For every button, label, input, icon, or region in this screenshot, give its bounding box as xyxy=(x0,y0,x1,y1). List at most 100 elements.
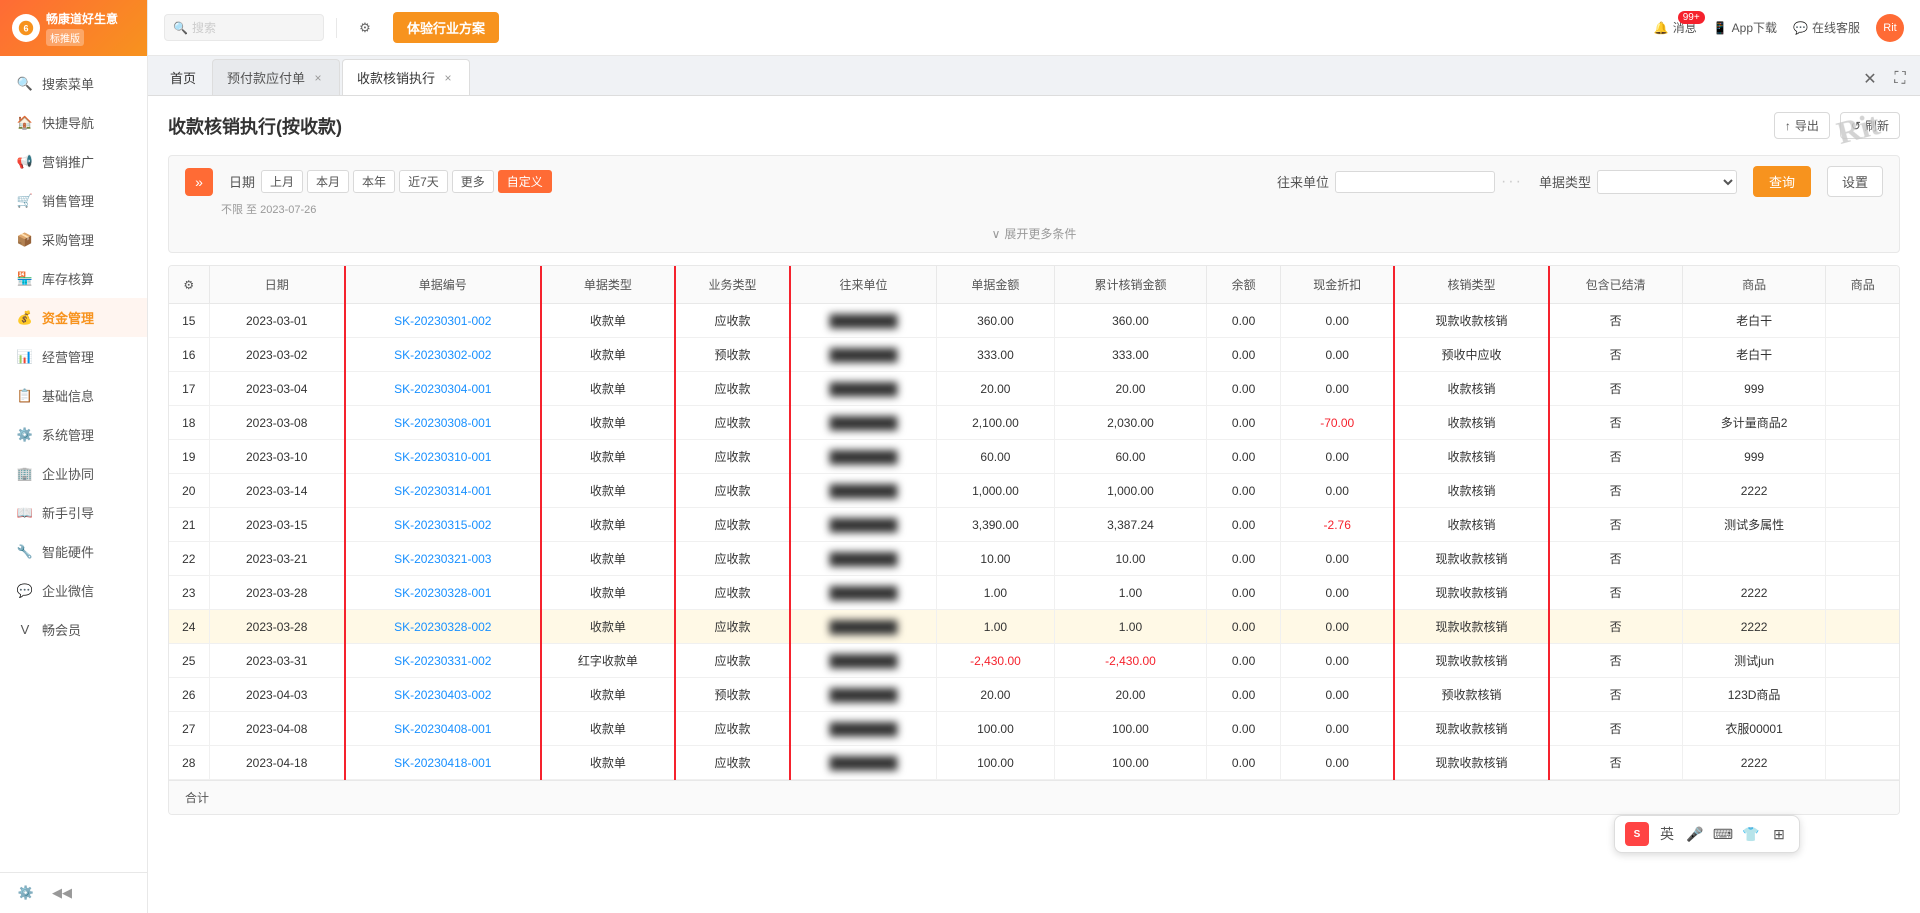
sidebar-item-inventory[interactable]: 🏪 库存核算 xyxy=(0,259,147,298)
user-avatar[interactable]: Rit xyxy=(1876,14,1904,42)
voucher-no-link[interactable]: SK-20230321-003 xyxy=(394,552,491,566)
table-row[interactable]: 192023-03-10SK-20230310-001收款单应收款███████… xyxy=(169,440,1899,474)
ime-voice-icon[interactable]: 🎤 xyxy=(1685,824,1705,844)
filter-date-7days[interactable]: 近7天 xyxy=(399,170,448,193)
sidebar-item-marketing[interactable]: 📢 营销推广 xyxy=(0,142,147,181)
table-row[interactable]: 262023-04-03SK-20230403-002收款单预收款███████… xyxy=(169,678,1899,712)
table-row[interactable]: 182023-03-08SK-20230308-001收款单应收款███████… xyxy=(169,406,1899,440)
table-scroll[interactable]: ⚙ 日期 单据编号 单据类型 业务类型 往来单位 单据金额 累计核销金额 余额 … xyxy=(169,266,1899,780)
voucher-no-link[interactable]: SK-20230310-001 xyxy=(394,450,491,464)
cell-voucher-no[interactable]: SK-20230328-002 xyxy=(345,610,541,644)
topbar-right: 🔔 消息 99+ 📱 App下载 💬 在线客服 Rit xyxy=(1654,14,1904,42)
voucher-no-link[interactable]: SK-20230408-001 xyxy=(394,722,491,736)
cell-voucher-no[interactable]: SK-20230418-001 xyxy=(345,746,541,780)
topbar-search[interactable]: 🔍 搜索 xyxy=(164,14,324,41)
filter-date-custom[interactable]: 自定义 xyxy=(498,170,552,193)
sidebar-item-quick-nav[interactable]: 🏠 快捷导航 xyxy=(0,103,147,142)
voucher-no-link[interactable]: SK-20230403-002 xyxy=(394,688,491,702)
collapse-icon[interactable]: ◀◀ xyxy=(52,883,72,903)
table-row[interactable]: 162023-03-02SK-20230302-002收款单预收款███████… xyxy=(169,338,1899,372)
sidebar-item-system[interactable]: ⚙️ 系统管理 xyxy=(0,415,147,454)
col-date: 日期 xyxy=(209,266,345,304)
voucher-no-link[interactable]: SK-20230301-002 xyxy=(394,314,491,328)
settings-bottom-icon[interactable]: ⚙️ xyxy=(16,883,36,903)
sidebar-item-finance[interactable]: 💰 资金管理 xyxy=(0,298,147,337)
voucher-no-link[interactable]: SK-20230302-002 xyxy=(394,348,491,362)
sidebar-item-sales[interactable]: 🛒 销售管理 xyxy=(0,181,147,220)
voucher-no-link[interactable]: SK-20230314-001 xyxy=(394,484,491,498)
tab-expand-btn[interactable]: ⛶ xyxy=(1888,67,1912,91)
cell-voucher-no[interactable]: SK-20230321-003 xyxy=(345,542,541,576)
filter-date-this-month[interactable]: 本月 xyxy=(307,170,349,193)
voucher-no-link[interactable]: SK-20230328-002 xyxy=(394,620,491,634)
sidebar-item-search-menu[interactable]: 🔍 搜索菜单 xyxy=(0,64,147,103)
tab-prepay-close[interactable]: × xyxy=(311,71,325,85)
voucher-no-link[interactable]: SK-20230304-001 xyxy=(394,382,491,396)
tab-close-all-btn[interactable]: ✕ xyxy=(1858,67,1882,91)
cell-voucher-no[interactable]: SK-20230315-002 xyxy=(345,508,541,542)
refresh-btn[interactable]: ↺ 刷新 xyxy=(1840,112,1900,139)
cell-balance: 0.00 xyxy=(1207,474,1281,508)
ime-tools-icon[interactable]: ⊞ xyxy=(1769,824,1789,844)
industry-solution-btn[interactable]: 体验行业方案 xyxy=(393,12,499,43)
voucher-no-link[interactable]: SK-20230331-002 xyxy=(394,654,491,668)
cell-voucher-no[interactable]: SK-20230403-002 xyxy=(345,678,541,712)
cell-voucher-no[interactable]: SK-20230301-002 xyxy=(345,304,541,338)
tab-receipt-cancel[interactable]: 收款核销执行 × xyxy=(342,59,470,95)
cell-cash-discount: -70.00 xyxy=(1281,406,1395,440)
cell-voucher-no[interactable]: SK-20230302-002 xyxy=(345,338,541,372)
table-row[interactable]: 232023-03-28SK-20230328-001收款单应收款███████… xyxy=(169,576,1899,610)
voucher-no-link[interactable]: SK-20230418-001 xyxy=(394,756,491,770)
cell-voucher-no[interactable]: SK-20230310-001 xyxy=(345,440,541,474)
cell-voucher-no[interactable]: SK-20230308-001 xyxy=(345,406,541,440)
notification-btn[interactable]: 🔔 消息 99+ xyxy=(1654,19,1697,36)
cell-voucher-no[interactable]: SK-20230331-002 xyxy=(345,644,541,678)
cell-cancel-type: 收款核销 xyxy=(1394,474,1548,508)
ime-keyboard-icon[interactable]: ⌨ xyxy=(1713,824,1733,844)
sidebar-item-operations[interactable]: 📊 经营管理 xyxy=(0,337,147,376)
tab-prepay[interactable]: 预付款应付单 × xyxy=(212,59,340,95)
table-row[interactable]: 222023-03-21SK-20230321-003收款单应收款███████… xyxy=(169,542,1899,576)
sidebar-item-purchase[interactable]: 📦 采购管理 xyxy=(0,220,147,259)
voucher-no-link[interactable]: SK-20230315-002 xyxy=(394,518,491,532)
filter-partner-input[interactable] xyxy=(1335,171,1495,193)
table-row[interactable]: 152023-03-01SK-20230301-002收款单应收款███████… xyxy=(169,304,1899,338)
app-download-btn[interactable]: 📱 App下载 xyxy=(1713,19,1777,36)
sidebar-item-hardware[interactable]: 🔧 智能硬件 xyxy=(0,532,147,571)
filter-date-this-year[interactable]: 本年 xyxy=(353,170,395,193)
table-row[interactable]: 272023-04-08SK-20230408-001收款单应收款███████… xyxy=(169,712,1899,746)
table-row[interactable]: 282023-04-18SK-20230418-001收款单应收款███████… xyxy=(169,746,1899,780)
tab-receipt-cancel-close[interactable]: × xyxy=(441,71,455,85)
voucher-no-link[interactable]: SK-20230328-001 xyxy=(394,586,491,600)
filter-settings-btn[interactable]: 设置 xyxy=(1827,166,1883,197)
topbar-gear-btn[interactable]: ⚙ xyxy=(349,12,381,44)
cell-voucher-no[interactable]: SK-20230408-001 xyxy=(345,712,541,746)
table-row[interactable]: 212023-03-15SK-20230315-002收款单应收款███████… xyxy=(169,508,1899,542)
table-row[interactable]: 172023-03-04SK-20230304-001收款单应收款███████… xyxy=(169,372,1899,406)
query-btn[interactable]: 查询 xyxy=(1753,166,1811,197)
sidebar-item-basics[interactable]: 📋 基础信息 xyxy=(0,376,147,415)
filter-expand-btn[interactable]: ∨ 展开更多条件 xyxy=(185,225,1883,242)
table-row[interactable]: 202023-03-14SK-20230314-001收款单应收款███████… xyxy=(169,474,1899,508)
online-service-btn[interactable]: 💬 在线客服 xyxy=(1793,19,1860,36)
ime-chinese-icon[interactable]: 英 xyxy=(1657,824,1677,844)
cell-voucher-no[interactable]: SK-20230314-001 xyxy=(345,474,541,508)
ime-skin-icon[interactable]: 👕 xyxy=(1741,824,1761,844)
filter-toggle-btn[interactable]: » xyxy=(185,168,213,196)
col-settings[interactable]: ⚙ xyxy=(169,266,209,304)
voucher-no-link[interactable]: SK-20230308-001 xyxy=(394,416,491,430)
cell-voucher-no[interactable]: SK-20230328-001 xyxy=(345,576,541,610)
export-btn[interactable]: ↑ 导出 xyxy=(1774,112,1830,139)
sidebar-item-enterprise[interactable]: 🏢 企业协同 xyxy=(0,454,147,493)
filter-voucher-type-select[interactable] xyxy=(1597,170,1737,194)
sidebar-item-wechat[interactable]: 💬 企业微信 xyxy=(0,571,147,610)
cell-voucher-no[interactable]: SK-20230304-001 xyxy=(345,372,541,406)
table-row[interactable]: 252023-03-31SK-20230331-002红字收款单应收款█████… xyxy=(169,644,1899,678)
sidebar-item-guide[interactable]: 📖 新手引导 xyxy=(0,493,147,532)
filter-date-last-month[interactable]: 上月 xyxy=(261,170,303,193)
filter-date-more[interactable]: 更多 xyxy=(452,170,494,193)
sidebar-item-member[interactable]: V 畅会员 xyxy=(0,610,147,649)
table-row[interactable]: 242023-03-28SK-20230328-002收款单应收款███████… xyxy=(169,610,1899,644)
tab-home[interactable]: 首页 xyxy=(156,60,210,95)
filter-partner-item: 往来单位 ··· xyxy=(1277,171,1523,193)
